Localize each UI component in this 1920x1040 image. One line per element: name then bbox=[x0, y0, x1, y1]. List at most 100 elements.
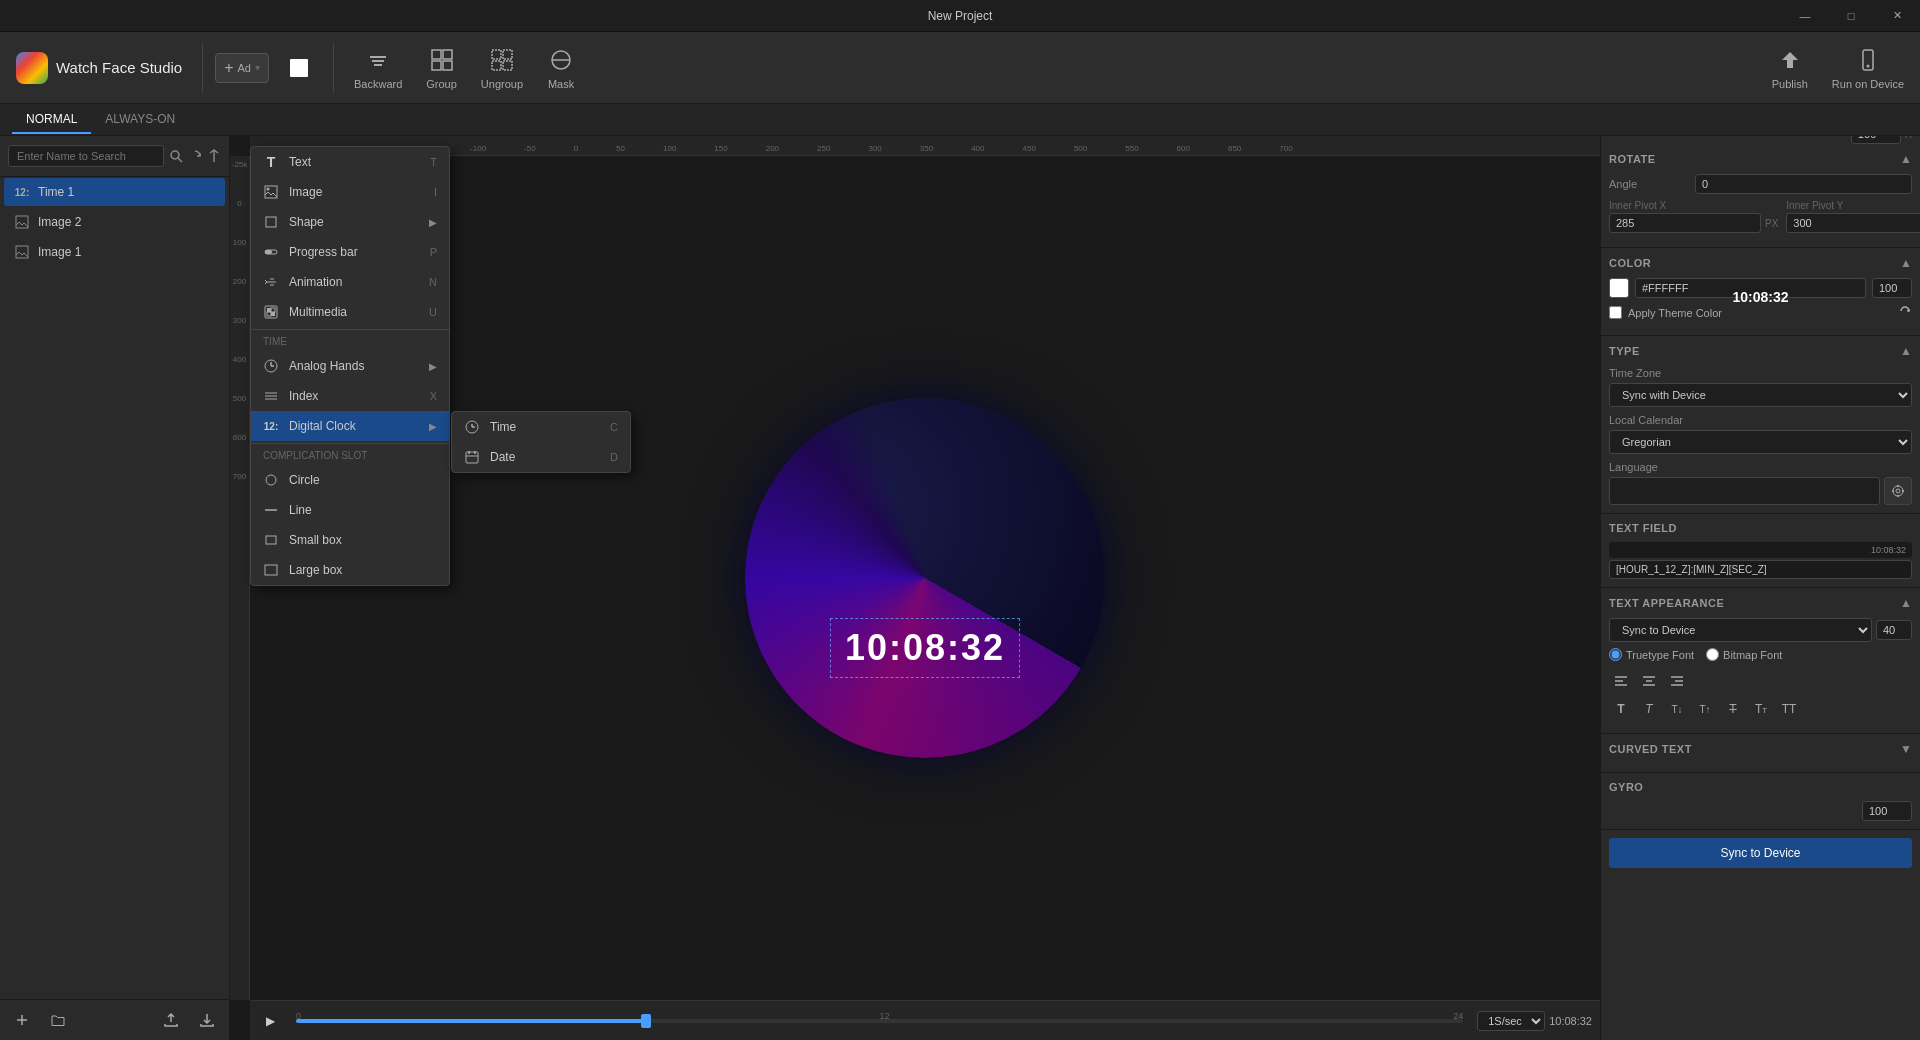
menu-item-digital-clock[interactable]: 12: Digital Clock ▶ Time C bbox=[251, 411, 449, 441]
shape-icon bbox=[263, 214, 279, 230]
language-settings-button[interactable] bbox=[1884, 477, 1912, 505]
menu-item-large-box[interactable]: Large box bbox=[251, 555, 449, 585]
pivot-x-input[interactable] bbox=[1609, 213, 1761, 233]
search-input[interactable] bbox=[8, 145, 164, 167]
curved-text-title: CURVED TEXT bbox=[1609, 743, 1692, 755]
angle-label: Angle bbox=[1609, 178, 1689, 190]
all-caps-button[interactable]: TT bbox=[1777, 697, 1801, 721]
svg-rect-7 bbox=[492, 61, 501, 70]
run-on-device-button[interactable]: Run on Device bbox=[1824, 42, 1912, 94]
svg-rect-0 bbox=[290, 59, 308, 77]
timezone-select[interactable]: Sync with Device bbox=[1609, 383, 1912, 407]
gyro-section-2: GYRO bbox=[1601, 773, 1920, 830]
font-size-input[interactable] bbox=[1876, 620, 1912, 640]
h-value-input[interactable] bbox=[1851, 136, 1901, 144]
menu-item-shape-label: Shape bbox=[289, 215, 419, 229]
toolbar: Watch Face Studio + Ad ▾ Backward Group … bbox=[0, 32, 1920, 104]
menu-item-index[interactable]: Index X bbox=[251, 381, 449, 411]
tab-always-on[interactable]: ALWAYS-ON bbox=[91, 106, 189, 134]
download-button[interactable] bbox=[193, 1006, 221, 1034]
maximize-button[interactable]: □ bbox=[1828, 0, 1874, 32]
angle-input[interactable] bbox=[1695, 174, 1912, 194]
rotate-header[interactable]: ROTATE ▲ bbox=[1609, 152, 1912, 166]
svg-line-13 bbox=[178, 158, 182, 162]
layer-item-image2[interactable]: Image 2 bbox=[4, 208, 225, 236]
tab-normal[interactable]: NORMAL bbox=[12, 106, 91, 134]
backward-button[interactable]: Backward bbox=[346, 42, 410, 94]
add-button[interactable]: + Ad ▾ bbox=[215, 53, 269, 83]
close-button[interactable]: ✕ bbox=[1874, 0, 1920, 32]
color-header[interactable]: COLOR ▲ bbox=[1609, 256, 1912, 270]
menu-item-progress[interactable]: Progress bar P bbox=[251, 237, 449, 267]
bitmap-radio-label[interactable]: Bitmap Font bbox=[1706, 648, 1782, 661]
menu-item-image[interactable]: Image I bbox=[251, 177, 449, 207]
submenu-date[interactable]: Date D bbox=[452, 442, 630, 472]
group-button[interactable]: Group bbox=[418, 42, 465, 94]
mask-button[interactable]: Mask bbox=[539, 42, 583, 94]
gyro-section-2-header[interactable]: GYRO bbox=[1609, 781, 1912, 793]
menu-item-circle[interactable]: Circle bbox=[251, 465, 449, 495]
pivot-y-input[interactable] bbox=[1786, 213, 1920, 233]
text-appearance-header[interactable]: TEXT APPEARANCE ▲ bbox=[1609, 596, 1912, 610]
text-appearance-title: TEXT APPEARANCE bbox=[1609, 597, 1724, 609]
subscript-button[interactable]: T↓ bbox=[1665, 697, 1689, 721]
submenu-time[interactable]: Time C bbox=[452, 412, 630, 442]
type-header[interactable]: TYPE ▲ bbox=[1609, 344, 1912, 358]
language-input[interactable] bbox=[1609, 477, 1880, 505]
add-layer-button[interactable] bbox=[8, 1006, 36, 1034]
curved-text-header[interactable]: CURVED TEXT ▼ bbox=[1609, 742, 1912, 756]
layer-item-time1[interactable]: 12: Time 1 bbox=[4, 178, 225, 206]
gyro-value-input[interactable] bbox=[1862, 801, 1912, 821]
upload-button[interactable] bbox=[157, 1006, 185, 1034]
menu-item-small-box[interactable]: Small box bbox=[251, 525, 449, 555]
align-center-button[interactable] bbox=[1637, 669, 1661, 693]
analog-icon bbox=[263, 358, 279, 374]
refresh-button[interactable] bbox=[187, 142, 202, 170]
bitmap-radio[interactable] bbox=[1706, 648, 1719, 661]
truetype-radio[interactable] bbox=[1609, 648, 1622, 661]
line-icon bbox=[263, 502, 279, 518]
font-select[interactable]: Sync to Device bbox=[1609, 618, 1872, 642]
clock-icon bbox=[464, 419, 480, 435]
menu-item-analog[interactable]: Analog Hands ▶ bbox=[251, 351, 449, 381]
local-calendar-select[interactable]: Gregorian bbox=[1609, 430, 1912, 454]
align-left-button[interactable] bbox=[1609, 669, 1633, 693]
strikethrough-button[interactable]: T bbox=[1721, 697, 1745, 721]
publish-button[interactable]: Publish bbox=[1764, 42, 1816, 94]
gyro-value-row bbox=[1609, 801, 1912, 821]
italic-button[interactable]: T bbox=[1637, 697, 1661, 721]
ruler-mark: 700 bbox=[1279, 145, 1292, 153]
align-right-button[interactable] bbox=[1665, 669, 1689, 693]
menu-item-animation[interactable]: Animation N bbox=[251, 267, 449, 297]
complication-section-label: Complication Slot bbox=[251, 446, 449, 465]
canvas-button[interactable] bbox=[277, 50, 321, 86]
text-field-input[interactable] bbox=[1609, 560, 1912, 579]
sort-button[interactable] bbox=[206, 142, 221, 170]
search-button[interactable] bbox=[168, 142, 183, 170]
color-swatch[interactable] bbox=[1609, 278, 1629, 298]
menu-item-text[interactable]: T Text T bbox=[251, 147, 449, 177]
superscript-button[interactable]: T↑ bbox=[1693, 697, 1717, 721]
menu-item-line[interactable]: Line bbox=[251, 495, 449, 525]
minimize-button[interactable]: — bbox=[1782, 0, 1828, 32]
timeline-controls: ▶ bbox=[250, 1009, 290, 1033]
ungroup-button[interactable]: Ungroup bbox=[473, 42, 531, 94]
sync-colors-icon[interactable] bbox=[1898, 304, 1912, 321]
color-opacity-input[interactable] bbox=[1872, 278, 1912, 298]
ruler-mark: 250 bbox=[817, 145, 830, 153]
bold-button[interactable]: T bbox=[1609, 697, 1633, 721]
truetype-radio-label[interactable]: Truetype Font bbox=[1609, 648, 1694, 661]
canvas-area[interactable]: -300 -250 -200 -150 -100 -50 0 50 100 15… bbox=[230, 136, 1600, 1040]
speed-select[interactable]: 1S/sec 2S/sec bbox=[1477, 1011, 1545, 1031]
brand-name: Watch Face Studio bbox=[56, 59, 182, 76]
layer-name-image2: Image 2 bbox=[38, 215, 81, 229]
small-caps-button[interactable]: Tt bbox=[1749, 697, 1773, 721]
menu-item-multimedia[interactable]: Multimedia U bbox=[251, 297, 449, 327]
play-button[interactable]: ▶ bbox=[258, 1009, 282, 1033]
folder-button[interactable] bbox=[44, 1006, 72, 1034]
sync-to-device-button[interactable]: Sync to Device bbox=[1609, 838, 1912, 868]
menu-item-shape[interactable]: Shape ▶ bbox=[251, 207, 449, 237]
apply-theme-checkbox[interactable] bbox=[1609, 306, 1622, 319]
left-panel: 12: Time 1 Image 2 Image 1 bbox=[0, 136, 230, 1040]
layer-item-image1[interactable]: Image 1 bbox=[4, 238, 225, 266]
